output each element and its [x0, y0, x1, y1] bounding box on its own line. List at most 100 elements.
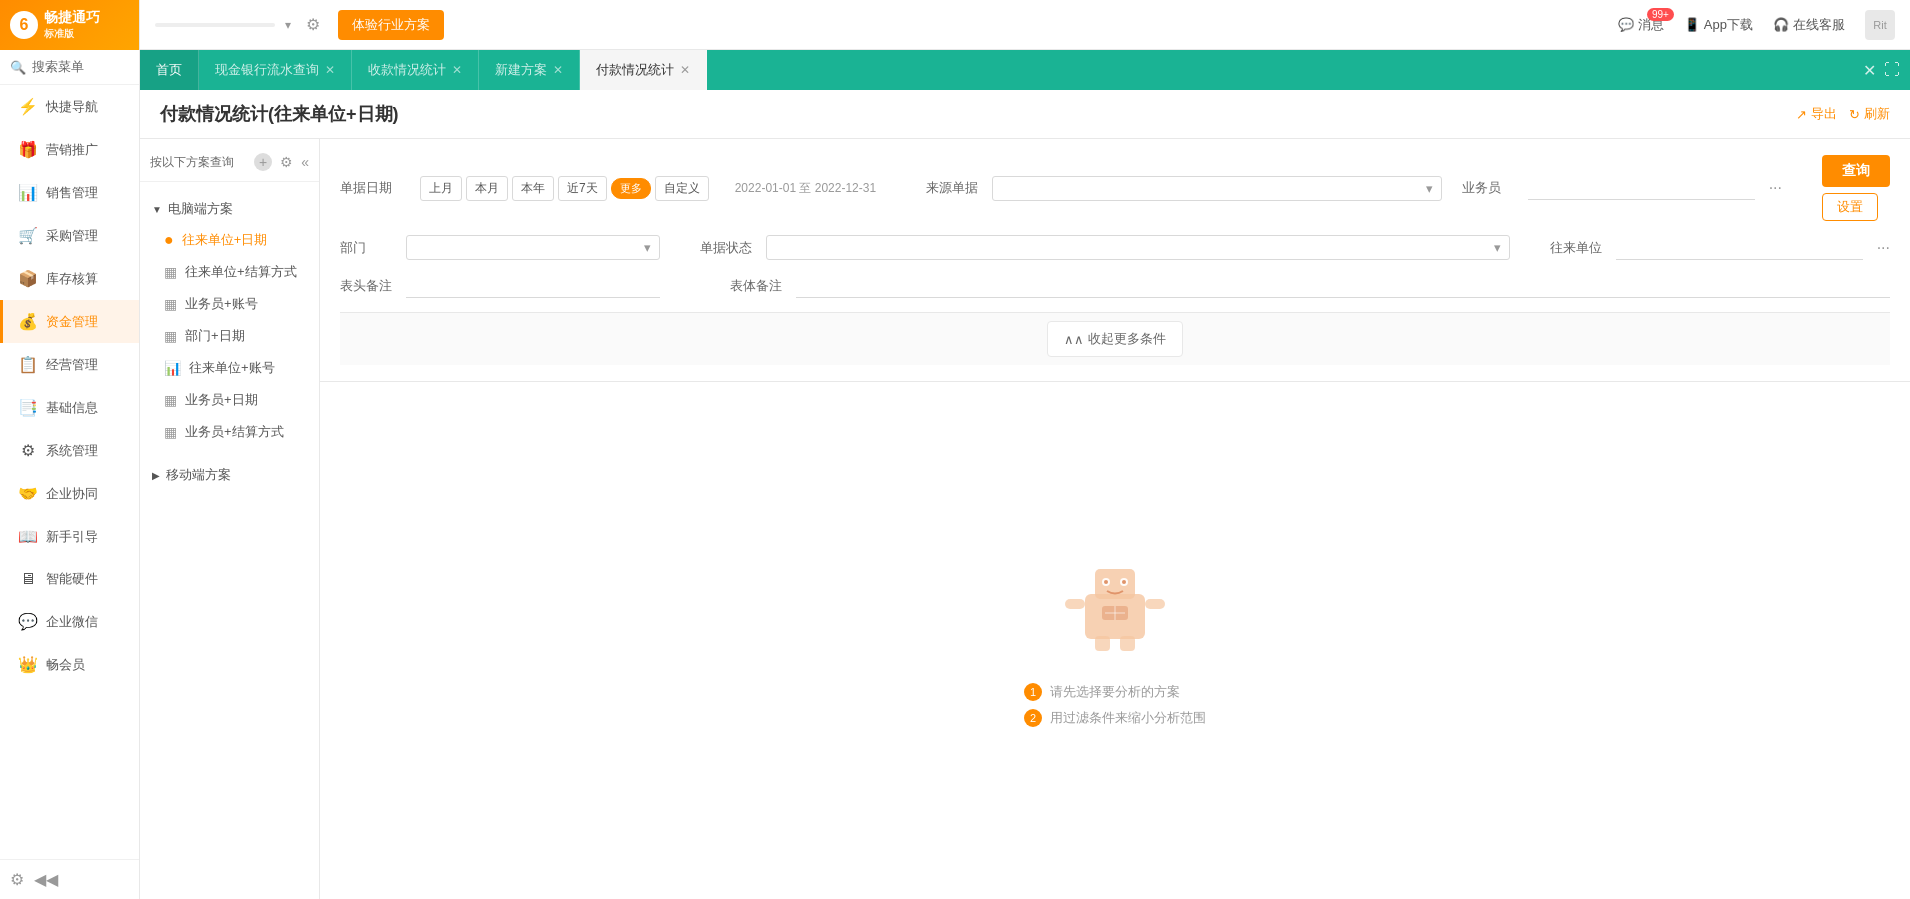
user-avatar[interactable]: Rit: [1865, 10, 1895, 40]
fullscreen-icon[interactable]: ⛶: [1884, 61, 1900, 79]
chevron-down-icon: ▾: [1494, 240, 1501, 255]
topbar: ▾ ⚙ 体验行业方案 💬 消息 99+ 📱 App下载 🎧 在线客服 Rit: [140, 0, 1910, 50]
sidebar-item-quick-nav[interactable]: ⚡ 快捷导航: [0, 85, 139, 128]
tab-receipt-stats-close-icon[interactable]: ✕: [452, 63, 462, 77]
trial-industry-button[interactable]: 体验行业方案: [338, 10, 444, 40]
sidebar-item-basics[interactable]: 📑 基础信息: [0, 386, 139, 429]
scheme-toolbar: 按以下方案查询 + ⚙ «: [140, 149, 319, 182]
filter-row-1: 单据日期 上月 本月 本年 近7天 更多 自定义 2022-01-01 至 20…: [340, 155, 1890, 221]
salesperson-group: 业务员 ···: [1462, 176, 1782, 200]
date-range: 2022-01-01 至 2022-12-31: [735, 180, 876, 197]
dropdown-arrow-icon[interactable]: ▾: [285, 18, 291, 32]
logo-name: 畅捷通巧: [44, 9, 100, 27]
sidebar-item-cooperation[interactable]: 🤝 企业协同: [0, 472, 139, 515]
scheme-query-label: 按以下方案查询: [150, 154, 246, 171]
scheme-collapse-icon[interactable]: «: [301, 154, 309, 170]
scheme-item-partner-account[interactable]: 📊 往来单位+账号: [140, 352, 319, 384]
topbar-brand: [155, 23, 275, 27]
sidebar-item-wechat[interactable]: 💬 企业微信: [0, 600, 139, 643]
scheme-item-icon: ▦: [164, 328, 177, 344]
app-download-button[interactable]: 📱 App下载: [1684, 16, 1753, 34]
sidebar-item-marketing[interactable]: 🎁 营销推广: [0, 128, 139, 171]
sidebar-item-hardware[interactable]: 🖥 智能硬件: [0, 558, 139, 600]
this-month-button[interactable]: 本月: [466, 176, 508, 201]
sidebar-item-capital[interactable]: 💰 资金管理: [0, 300, 139, 343]
svg-rect-8: [1095, 636, 1110, 651]
footer-collapse-icon[interactable]: ◀◀: [34, 870, 58, 889]
scheme-section-mobile-header[interactable]: ▶ 移动端方案: [140, 460, 319, 490]
scheme-panel: 按以下方案查询 + ⚙ « ▼ 电脑端方案 ● 往来单位+日期 ▦: [140, 139, 320, 899]
sidebar-item-operations[interactable]: 📋 经营管理: [0, 343, 139, 386]
query-button[interactable]: 查询: [1822, 155, 1890, 187]
scheme-item-salesperson-date[interactable]: ▦ 业务员+日期: [140, 384, 319, 416]
tab-home[interactable]: 首页: [140, 50, 199, 90]
sidebar-logo: 6 畅捷通巧 标准版: [0, 0, 139, 50]
sidebar-item-label: 快捷导航: [46, 98, 98, 116]
online-service-button[interactable]: 🎧 在线客服: [1773, 16, 1845, 34]
partner-input[interactable]: [1616, 236, 1863, 260]
more-button[interactable]: 更多: [611, 178, 651, 199]
sidebar-item-system[interactable]: ⚙ 系统管理: [0, 429, 139, 472]
refresh-button[interactable]: ↻ 刷新: [1849, 105, 1890, 123]
svg-point-5: [1122, 580, 1126, 584]
chevron-down-icon: ▾: [644, 240, 651, 255]
sidebar-item-label: 销售管理: [46, 184, 98, 202]
tab-payment-stats-close-icon[interactable]: ✕: [680, 63, 690, 77]
system-icon: ⚙: [18, 441, 38, 460]
more-options-icon[interactable]: ···: [1877, 239, 1890, 257]
scheme-item-partner-date[interactable]: ● 往来单位+日期: [140, 224, 319, 256]
scheme-section-label: 移动端方案: [166, 466, 231, 484]
prev-month-button[interactable]: 上月: [420, 176, 462, 201]
main-body: 按以下方案查询 + ⚙ « ▼ 电脑端方案 ● 往来单位+日期 ▦: [140, 139, 1910, 899]
close-tab-icon[interactable]: ✕: [1863, 61, 1876, 80]
phone-icon: 📱: [1684, 17, 1700, 32]
sidebar-item-purchase[interactable]: 🛒 采购管理: [0, 214, 139, 257]
table-body-remark-input[interactable]: [796, 274, 1890, 298]
scheme-item-dept-date[interactable]: ▦ 部门+日期: [140, 320, 319, 352]
empty-tip-2: 2 用过滤条件来缩小分析范围: [1024, 709, 1206, 727]
svg-point-4: [1104, 580, 1108, 584]
collapse-more-conditions-button[interactable]: ∧∧ 收起更多条件: [1047, 321, 1183, 357]
tip-num-1: 1: [1024, 683, 1042, 701]
settings-button[interactable]: 设置: [1822, 193, 1878, 221]
search-menu[interactable]: 🔍 搜索菜单: [0, 50, 139, 85]
voucher-status-select[interactable]: ▾: [766, 235, 1510, 260]
more-options-icon[interactable]: ···: [1769, 179, 1782, 197]
vip-icon: 👑: [18, 655, 38, 674]
add-scheme-icon[interactable]: +: [254, 153, 272, 171]
tab-new-scheme-close-icon[interactable]: ✕: [553, 63, 563, 77]
topbar-gear-icon[interactable]: ⚙: [306, 15, 320, 34]
sidebar-item-sales[interactable]: 📊 销售管理: [0, 171, 139, 214]
custom-button[interactable]: 自定义: [655, 176, 709, 201]
scheme-section-mobile: ▶ 移动端方案: [140, 454, 319, 496]
tab-payment-stats[interactable]: 付款情况统计 ✕: [580, 50, 707, 90]
table-header-remark-input[interactable]: [406, 274, 660, 298]
tab-receipt-stats[interactable]: 收款情况统计 ✕: [352, 50, 479, 90]
scheme-item-salesperson-account[interactable]: ▦ 业务员+账号: [140, 288, 319, 320]
tab-bank-flow-close-icon[interactable]: ✕: [325, 63, 335, 77]
last7days-button[interactable]: 近7天: [558, 176, 607, 201]
notifications-button[interactable]: 💬 消息 99+: [1618, 16, 1664, 34]
voucher-status-group: 单据状态 ▾: [700, 235, 1510, 260]
scheme-settings-icon[interactable]: ⚙: [280, 154, 293, 170]
export-button[interactable]: ↗ 导出: [1796, 105, 1837, 123]
scheme-item-salesperson-settlement[interactable]: ▦ 业务员+结算方式: [140, 416, 319, 448]
source-voucher-select[interactable]: ▾: [992, 176, 1442, 201]
salesperson-input[interactable]: [1528, 176, 1755, 200]
hardware-icon: 🖥: [18, 570, 38, 588]
scheme-section-desktop-header[interactable]: ▼ 电脑端方案: [140, 194, 319, 224]
scheme-item-partner-settlement[interactable]: ▦ 往来单位+结算方式: [140, 256, 319, 288]
export-icon: ↗: [1796, 107, 1807, 122]
this-year-button[interactable]: 本年: [512, 176, 554, 201]
sidebar-item-guide[interactable]: 📖 新手引导: [0, 515, 139, 558]
sidebar-item-inventory[interactable]: 📦 库存核算: [0, 257, 139, 300]
empty-tips: 1 请先选择要分析的方案 2 用过滤条件来缩小分析范围: [1024, 683, 1206, 727]
chevron-down-icon: ▾: [1426, 181, 1433, 196]
sidebar-item-label: 新手引导: [46, 528, 98, 546]
tab-bank-flow[interactable]: 现金银行流水查询 ✕: [199, 50, 352, 90]
sidebar: 6 畅捷通巧 标准版 🔍 搜索菜单 ⚡ 快捷导航 🎁 营销推广 📊 销售管理 🛒…: [0, 0, 140, 899]
department-select[interactable]: ▾: [406, 235, 660, 260]
tab-new-scheme[interactable]: 新建方案 ✕: [479, 50, 580, 90]
sidebar-item-vip[interactable]: 👑 畅会员: [0, 643, 139, 686]
footer-settings-icon[interactable]: ⚙: [10, 870, 24, 889]
